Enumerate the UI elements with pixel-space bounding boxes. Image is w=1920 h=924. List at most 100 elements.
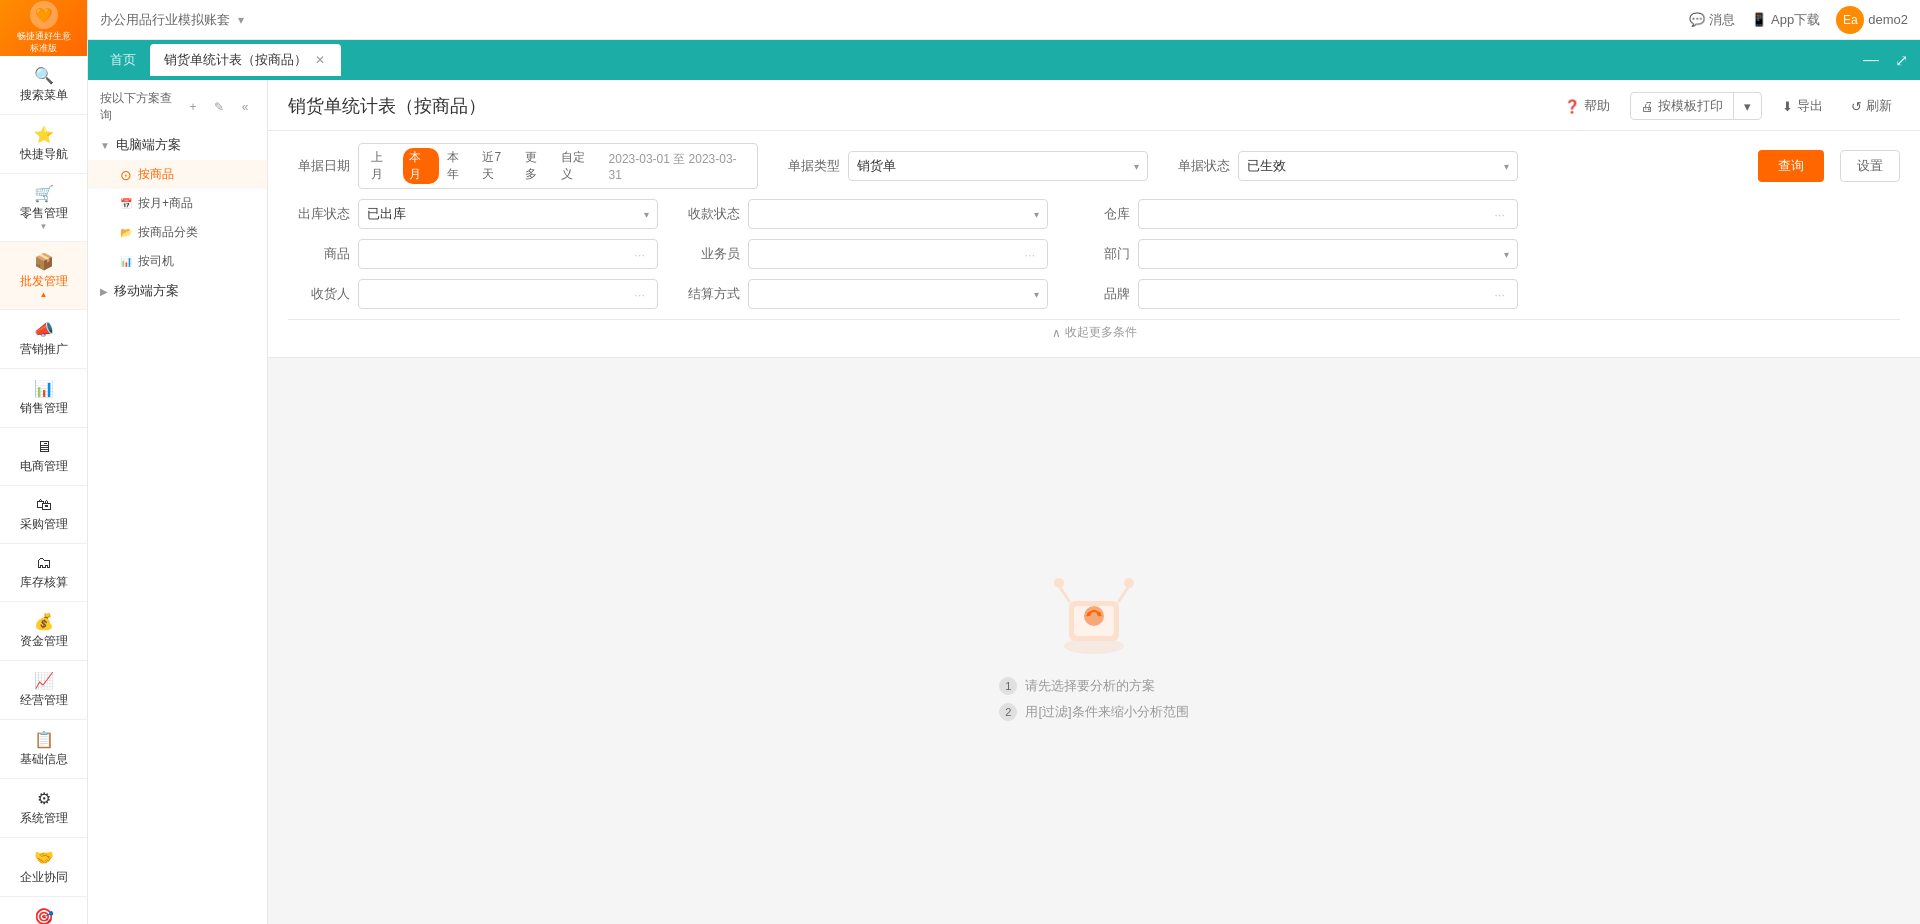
storage-status-select[interactable]: 已出库 ▾ (358, 199, 658, 229)
help-btn[interactable]: ❓ 帮助 (1556, 93, 1618, 119)
filter-area: 单据日期 上月 本月 本年 近7天 更多 自定义 2023-03-01 至 20… (268, 131, 1920, 358)
date-custom-btn[interactable]: 自定义 (557, 148, 601, 184)
star-icon: ⭐ (4, 125, 83, 144)
tree-item-label: 按月+商品 (138, 195, 193, 212)
user-name: demo2 (1868, 12, 1908, 27)
download-icon: 📱 (1751, 12, 1767, 27)
sidebar-item-system[interactable]: ⚙ 系统管理 (0, 779, 87, 838)
refresh-btn[interactable]: ↺ 刷新 (1843, 93, 1900, 119)
tree-item-desktop[interactable]: ▼ 电脑端方案 (88, 130, 267, 160)
warehouse-select[interactable]: ··· (1138, 199, 1518, 229)
empty-hints: 1 请先选择要分析的方案 2 用[过滤]条件来缩小分析范围 (999, 677, 1188, 721)
date-last-7-days-btn[interactable]: 近7天 (478, 148, 516, 184)
date-filter[interactable]: 上月 本月 本年 近7天 更多 自定义 2023-03-01 至 2023-03… (358, 143, 758, 189)
settlement-select[interactable]: ▾ (748, 279, 1048, 309)
page-header: 销货单统计表（按商品） ❓ 帮助 🖨 按模板打印 ▾ (268, 80, 1920, 131)
sidebar-item-wholesale[interactable]: 📦 批发管理 ▲ (0, 242, 87, 310)
sidebar-item-marketing[interactable]: 📣 营销推广 (0, 310, 87, 369)
tab-sales-stat[interactable]: 销货单统计表（按商品） ✕ (150, 44, 341, 76)
sidebar-item-newbie[interactable]: 🎯 新手引导 (0, 897, 87, 924)
dept-select[interactable]: ▾ (1138, 239, 1518, 269)
export-btn[interactable]: ⬇ 导出 (1774, 93, 1831, 119)
sidebar-item-sales-mgr[interactable]: 📊 销售管理 (0, 369, 87, 428)
collapse-filters-btn[interactable]: ∧ 收起更多条件 (288, 319, 1900, 345)
brand-select[interactable]: ··· (1138, 279, 1518, 309)
sidebar-item-purchase[interactable]: 🛍 采购管理 (0, 486, 87, 544)
print-label: 按模板打印 (1658, 97, 1723, 115)
tab-maximize-btn[interactable]: ⤢ (1891, 47, 1912, 74)
empty-illustration (1044, 561, 1144, 661)
doc-status-select[interactable]: 已生效 ▾ (1238, 151, 1518, 181)
tree-item-label: 按商品分类 (138, 224, 198, 241)
sidebar-item-finance[interactable]: 💰 资金管理 (0, 602, 87, 661)
edit-scheme-btn[interactable]: ✎ (209, 97, 229, 117)
message-btn[interactable]: 💬 消息 (1689, 11, 1735, 29)
settlement-label: 结算方式 (678, 285, 748, 303)
add-scheme-btn[interactable]: + (183, 97, 203, 117)
sidebar-item-retail[interactable]: 🛒 零售管理 ▼ (0, 174, 87, 242)
sidebar-item-label: 搜索菜单 (4, 87, 83, 104)
sidebar-item-label: 系统管理 (4, 810, 83, 827)
tab-minimize-btn[interactable]: — (1859, 47, 1883, 73)
tree-item-by-category[interactable]: 📂 按商品分类 (88, 218, 267, 247)
sidebar-item-label: 库存核算 (4, 574, 83, 591)
chevron-down-icon: ▾ (1504, 249, 1509, 260)
sidebar-item-business[interactable]: 📈 经营管理 (0, 661, 87, 720)
sidebar-item-basic[interactable]: 📋 基础信息 (0, 720, 87, 779)
doc-type-select[interactable]: 销货单 ▾ (848, 151, 1148, 181)
dept-label: 部门 (1068, 245, 1138, 263)
main-content: 办公用品行业模拟账套 ▾ 💬 消息 📱 App下载 Ea demo2 首页 销货… (88, 0, 1920, 924)
date-more-btn[interactable]: 更多 (521, 148, 553, 184)
collapse-panel-btn[interactable]: « (235, 97, 255, 117)
print-btn[interactable]: 🖨 按模板打印 (1631, 93, 1734, 119)
sidebar-item-ecom[interactable]: 🖥 电商管理 (0, 428, 87, 486)
goods-select[interactable]: ··· (358, 239, 658, 269)
tree-item-by-month-product[interactable]: 📅 按月+商品 (88, 189, 267, 218)
logo-subtext: 标准版 (30, 42, 57, 55)
tree-item-by-product[interactable]: ⊙ 按商品 (88, 160, 267, 189)
print-dropdown-btn[interactable]: ▾ (1734, 95, 1761, 118)
chevron-down-icon: ▾ (1744, 99, 1751, 114)
sales-icon: 📊 (4, 379, 83, 398)
tab-home[interactable]: 首页 (96, 44, 150, 76)
app-logo: 🧡 畅捷通好生意 标准版 (0, 0, 88, 56)
sidebar-item-label: 零售管理 (4, 205, 83, 222)
message-label: 消息 (1709, 11, 1735, 29)
export-icon: ⬇ (1782, 99, 1793, 114)
inventory-icon: 🗂 (4, 554, 83, 572)
doc-type-label: 单据类型 (778, 157, 848, 175)
chevron-down-icon: ▾ (1134, 161, 1139, 172)
salesman-select[interactable]: ··· (748, 239, 1048, 269)
tree-item-by-driver[interactable]: 📊 按司机 (88, 247, 267, 276)
purchase-icon: 🛍 (4, 496, 83, 514)
logo-text: 畅捷通好生意 (17, 31, 71, 42)
system-icon: ⚙ (4, 789, 83, 808)
newbie-icon: 🎯 (4, 907, 83, 924)
doc-type-value: 销货单 (857, 157, 896, 175)
sidebar-item-search[interactable]: 🔍 搜索菜单 (0, 56, 87, 115)
left-panel-title: 按以下方案查询 (100, 90, 177, 124)
home-tab-label: 首页 (110, 51, 136, 69)
consignee-select[interactable]: ··· (358, 279, 658, 309)
tab-close-btn[interactable]: ✕ (313, 52, 327, 68)
tree-item-mobile[interactable]: ▶ 移动端方案 (88, 276, 267, 306)
refresh-icon: ↺ (1851, 99, 1862, 114)
app-download-btn[interactable]: 📱 App下载 (1751, 11, 1820, 29)
sidebar-item-coop[interactable]: 🤝 企业协同 (0, 838, 87, 897)
tree-item-label: 移动端方案 (114, 282, 179, 300)
user-profile[interactable]: Ea demo2 (1836, 6, 1908, 34)
query-btn[interactable]: 查询 (1758, 150, 1824, 182)
payment-status-select[interactable]: ▾ (748, 199, 1048, 229)
settings-btn[interactable]: 设置 (1840, 150, 1900, 182)
date-current-month-btn[interactable]: 本月 (403, 148, 439, 184)
sidebar-item-label: 营销推广 (4, 341, 83, 358)
breadcrumb-arrow-icon: ▾ (238, 13, 244, 27)
sidebar-item-label: 企业协同 (4, 869, 83, 886)
collapse-label: 收起更多条件 (1065, 324, 1137, 341)
date-last-month-btn[interactable]: 上月 (367, 148, 399, 184)
sidebar-item-label: 采购管理 (4, 516, 83, 533)
sidebar-item-inventory[interactable]: 🗂 库存核算 (0, 544, 87, 602)
sidebar-item-shortcut[interactable]: ⭐ 快捷导航 (0, 115, 87, 174)
date-current-year-btn[interactable]: 本年 (443, 148, 475, 184)
storage-status-value: 已出库 (367, 205, 406, 223)
